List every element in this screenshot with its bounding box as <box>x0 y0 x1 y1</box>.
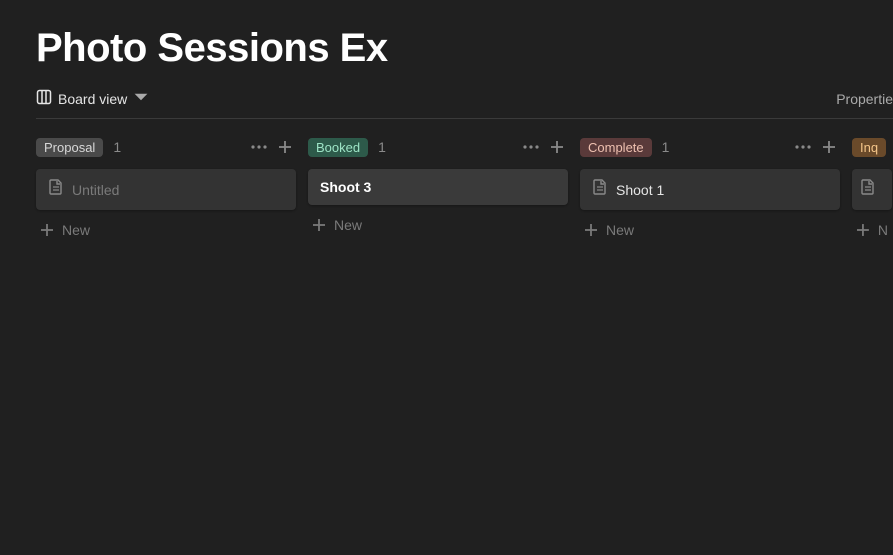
column-inquiry: Inq N <box>852 135 892 244</box>
status-pill-proposal[interactable]: Proposal <box>36 138 103 157</box>
board-container: Proposal 1 Untitled New <box>0 119 893 244</box>
new-label: New <box>62 222 90 238</box>
column-booked: Booked 1 Shoot 3 New <box>308 135 568 244</box>
new-label: N <box>878 222 888 238</box>
page-icon <box>860 179 876 200</box>
column-header: Booked 1 <box>308 135 568 159</box>
card[interactable]: Shoot 3 <box>308 169 568 205</box>
card-title: Untitled <box>72 182 119 198</box>
card-title: Shoot 1 <box>616 182 664 198</box>
column-proposal: Proposal 1 Untitled New <box>36 135 296 244</box>
column-count: 1 <box>378 139 386 155</box>
new-label: New <box>606 222 634 238</box>
chevron-down-icon <box>133 89 149 108</box>
properties-button[interactable]: Propertie <box>836 91 893 107</box>
column-menu-icon[interactable] <box>248 136 270 158</box>
card[interactable] <box>852 169 892 210</box>
column-complete: Complete 1 Shoot 1 New <box>580 135 840 244</box>
view-bar: Board view Propertie <box>36 71 893 119</box>
card[interactable]: Shoot 1 <box>580 169 840 210</box>
status-pill-complete[interactable]: Complete <box>580 138 652 157</box>
view-name: Board view <box>58 91 127 107</box>
page-icon <box>48 179 64 200</box>
column-count: 1 <box>113 139 121 155</box>
column-add-icon[interactable] <box>274 136 296 158</box>
card-title: Shoot 3 <box>320 179 371 195</box>
column-add-icon[interactable] <box>546 136 568 158</box>
new-card-button[interactable]: New <box>36 216 296 244</box>
status-pill-booked[interactable]: Booked <box>308 138 368 157</box>
page-title[interactable]: Photo Sessions Ex <box>0 0 893 71</box>
new-card-button[interactable]: N <box>852 216 892 244</box>
column-count: 1 <box>662 139 670 155</box>
new-label: New <box>334 217 362 233</box>
column-menu-icon[interactable] <box>520 136 542 158</box>
new-card-button[interactable]: New <box>308 211 568 239</box>
board-icon <box>36 89 52 108</box>
column-header: Complete 1 <box>580 135 840 159</box>
card[interactable]: Untitled <box>36 169 296 210</box>
view-switcher[interactable]: Board view <box>36 89 149 108</box>
status-pill-inquiry[interactable]: Inq <box>852 138 886 157</box>
column-menu-icon[interactable] <box>792 136 814 158</box>
column-header: Inq <box>852 135 892 159</box>
new-card-button[interactable]: New <box>580 216 840 244</box>
column-add-icon[interactable] <box>818 136 840 158</box>
column-header: Proposal 1 <box>36 135 296 159</box>
page-icon <box>592 179 608 200</box>
